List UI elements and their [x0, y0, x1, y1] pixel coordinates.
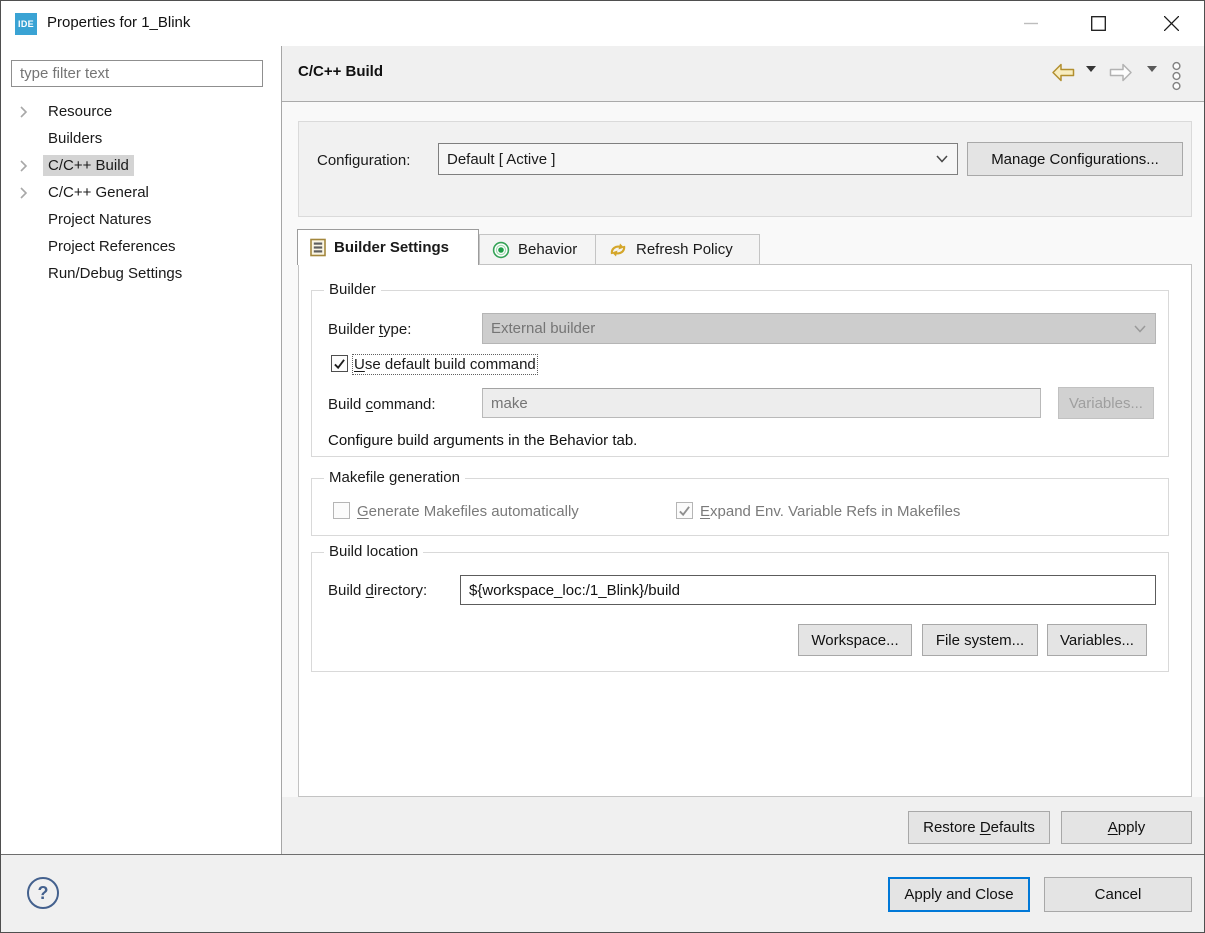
tree-item-cpp-general[interactable]: C/C++ General	[1, 179, 279, 206]
tree-item-run-debug-settings[interactable]: Run/Debug Settings	[1, 260, 279, 287]
tab-behavior[interactable]: Behavior	[479, 234, 596, 264]
tree-item-label: C/C++ Build	[43, 155, 134, 176]
manage-configurations-button[interactable]: Manage Configurations...	[967, 142, 1183, 176]
help-icon: ?	[38, 883, 49, 904]
build-location-group: Build location	[311, 552, 1169, 672]
generate-makefiles-checkbox	[333, 502, 350, 519]
page-header: C/C++ Build	[282, 46, 1205, 102]
tree-item-project-natures[interactable]: Project Natures	[1, 206, 279, 233]
apply-button[interactable]: Apply	[1061, 811, 1192, 844]
builder-type-label: Builder type:	[328, 321, 411, 338]
close-button[interactable]	[1140, 1, 1202, 46]
configuration-label: Configuration:	[317, 152, 410, 169]
tree-item-label: Run/Debug Settings	[43, 263, 187, 284]
behavior-tab-note: Configure build arguments in the Behavio…	[328, 432, 637, 449]
view-menu-icon	[1170, 61, 1183, 91]
build-command-variables-button: Variables...	[1058, 387, 1154, 419]
title-bar: IDE Properties for 1_Blink	[1, 1, 1204, 46]
tree-item-resource[interactable]: Resource	[1, 98, 279, 125]
workspace-button[interactable]: Workspace...	[798, 624, 912, 656]
expand-env-refs-checkbox	[676, 502, 693, 519]
chevron-right-icon[interactable]	[20, 106, 28, 118]
builder-type-value: External builder	[491, 320, 595, 337]
properties-dialog: IDE Properties for 1_Blink Resource Buil…	[0, 0, 1205, 933]
tab-label: Refresh Policy	[636, 241, 733, 258]
apply-label: Apply	[1108, 819, 1146, 836]
manage-configurations-label: Manage Configurations...	[991, 151, 1159, 168]
tab-refresh-policy[interactable]: Refresh Policy	[596, 234, 760, 264]
build-location-group-label: Build location	[324, 543, 423, 560]
restore-defaults-button[interactable]: Restore Defaults	[908, 811, 1050, 844]
view-menu-button[interactable]	[1170, 61, 1183, 94]
tab-builder-settings[interactable]: Builder Settings	[297, 229, 479, 265]
generate-makefiles-label: Generate Makefiles automatically	[357, 503, 579, 520]
tree-item-label: Builders	[43, 128, 107, 149]
apply-and-close-button[interactable]: Apply and Close	[888, 877, 1030, 912]
use-default-build-command-label[interactable]: Use default build command	[354, 356, 536, 373]
configuration-combo[interactable]: Default [ Active ]	[438, 143, 958, 175]
maximize-icon	[1091, 16, 1106, 31]
forward-arrow-icon	[1109, 63, 1133, 82]
use-default-build-command-checkbox[interactable]	[331, 355, 348, 372]
builder-type-combo: External builder	[482, 313, 1156, 344]
file-system-button[interactable]: File system...	[922, 624, 1038, 656]
minimize-icon	[1024, 22, 1038, 25]
maximize-button[interactable]	[1067, 1, 1129, 46]
minimize-button	[1000, 1, 1062, 46]
tree-item-label: Project References	[43, 236, 181, 257]
page-title: C/C++ Build	[298, 63, 383, 80]
file-system-label: File system...	[936, 632, 1024, 649]
forward-history-dropdown[interactable]	[1147, 72, 1157, 87]
behavior-icon	[492, 241, 510, 259]
chevron-down-icon	[936, 155, 948, 163]
workspace-label: Workspace...	[811, 632, 898, 649]
chevron-down-icon	[1134, 325, 1146, 333]
cancel-button[interactable]: Cancel	[1044, 877, 1192, 912]
refresh-policy-icon	[608, 241, 628, 259]
makefile-generation-group-label: Makefile generation	[324, 469, 465, 486]
builder-group-label: Builder	[324, 281, 381, 298]
forward-button[interactable]	[1109, 63, 1133, 85]
tree-item-builders[interactable]: Builders	[1, 125, 279, 152]
tree-item-project-references[interactable]: Project References	[1, 233, 279, 260]
tab-label: Builder Settings	[334, 239, 449, 256]
tree-item-label: Resource	[43, 101, 117, 122]
properties-tree: Resource Builders C/C++ Build C/C++ Gene…	[1, 98, 279, 287]
back-button[interactable]	[1051, 63, 1075, 85]
app-icon: IDE	[15, 13, 37, 35]
build-directory-input[interactable]	[460, 575, 1156, 605]
tree-item-label: C/C++ General	[43, 182, 154, 203]
build-command-label: Build command:	[328, 396, 436, 413]
close-icon	[1164, 16, 1179, 31]
tree-item-cpp-build[interactable]: C/C++ Build	[1, 152, 279, 179]
builder-settings-icon	[310, 238, 326, 257]
build-command-input	[482, 388, 1041, 418]
back-history-dropdown[interactable]	[1086, 72, 1096, 87]
caret-down-icon	[1086, 66, 1096, 87]
build-directory-label: Build directory:	[328, 582, 427, 599]
cancel-label: Cancel	[1095, 886, 1142, 903]
caret-down-icon	[1147, 66, 1157, 87]
filter-input[interactable]	[11, 60, 263, 87]
chevron-right-icon[interactable]	[20, 187, 28, 199]
window-title: Properties for 1_Blink	[47, 14, 190, 31]
variables-label: Variables...	[1060, 632, 1134, 649]
restore-defaults-label: Restore Defaults	[923, 819, 1035, 836]
configuration-value: Default [ Active ]	[447, 151, 555, 168]
tree-item-label: Project Natures	[43, 209, 156, 230]
checkmark-icon	[333, 358, 346, 370]
chevron-right-icon[interactable]	[20, 160, 28, 172]
build-directory-variables-button[interactable]: Variables...	[1047, 624, 1147, 656]
variables-label: Variables...	[1069, 395, 1143, 412]
tab-label: Behavior	[518, 241, 577, 258]
checkmark-icon	[678, 505, 691, 517]
back-arrow-icon	[1051, 63, 1075, 82]
expand-env-refs-label: Expand Env. Variable Refs in Makefiles	[700, 503, 960, 520]
help-button[interactable]: ?	[27, 877, 59, 909]
apply-and-close-label: Apply and Close	[904, 886, 1013, 903]
